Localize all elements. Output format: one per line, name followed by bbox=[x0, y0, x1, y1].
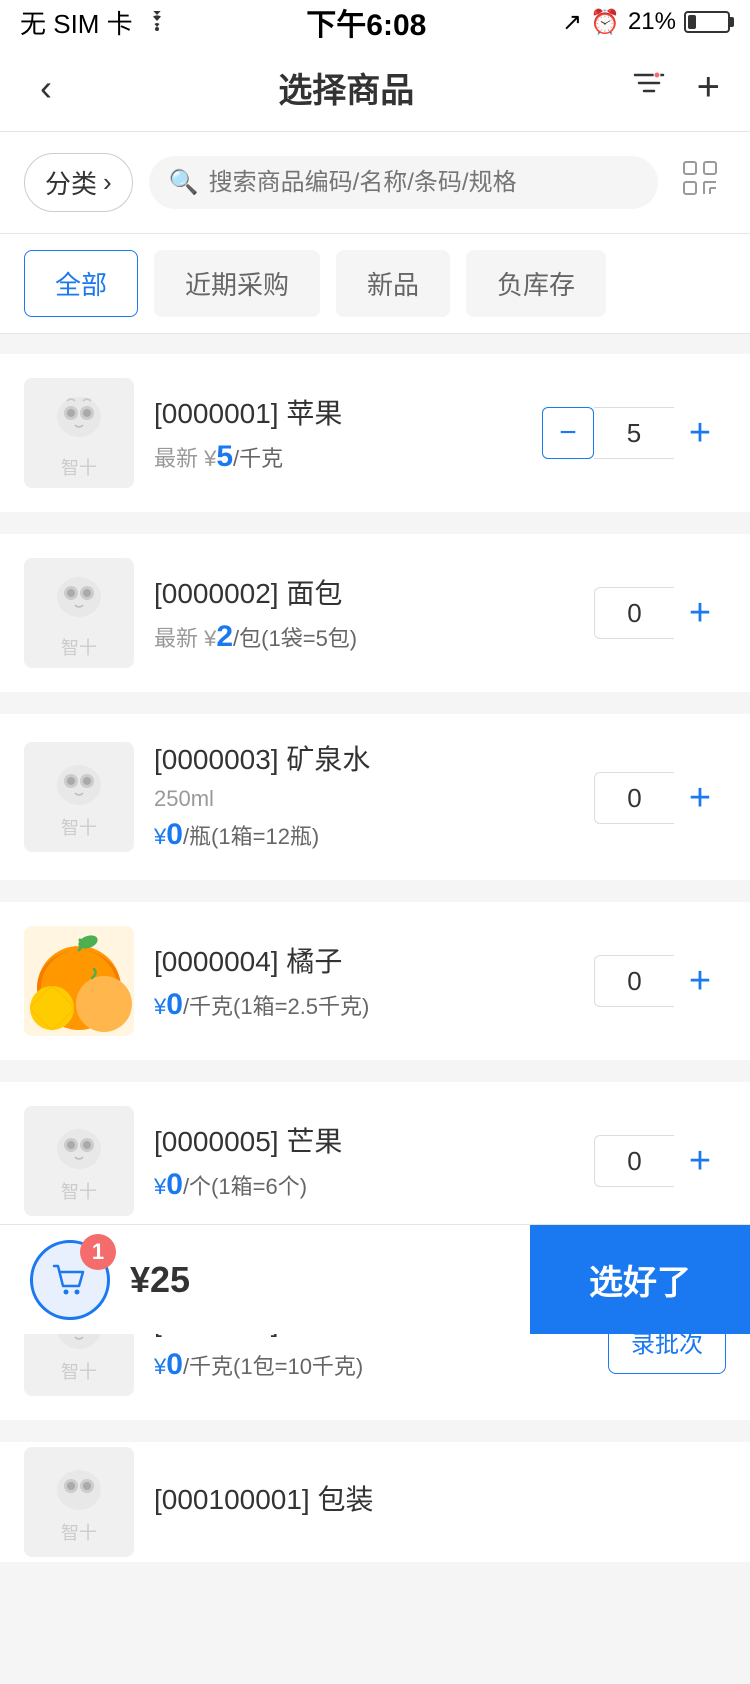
product-price-0000002: 最新 ¥2/包(1袋=5包) bbox=[154, 620, 578, 654]
product-info-0000002: [0000002] 面包 最新 ¥2/包(1袋=5包) bbox=[154, 572, 578, 654]
cart-area: 1 ¥25 bbox=[0, 1240, 220, 1320]
product-image-0000003: 智十 bbox=[24, 742, 134, 852]
confirm-button[interactable]: 选好了 bbox=[530, 1225, 750, 1334]
product-spec-0000003: 250ml bbox=[154, 786, 578, 812]
wifi-icon bbox=[143, 7, 171, 38]
product-info-0000004: [0000004] 橘子 ¥0/千克(1箱=2.5千克) bbox=[154, 940, 578, 1022]
product-item-0000005: 智十 [0000005] 芒果 ¥0/个(1箱=6个) + bbox=[0, 1082, 750, 1240]
increase-button-0000002[interactable]: + bbox=[674, 587, 726, 639]
filter-bar: 分类 › 🔍 bbox=[0, 132, 750, 234]
product-image-0000004 bbox=[24, 926, 134, 1036]
quantity-control-0000004: + bbox=[594, 955, 726, 1007]
gap4 bbox=[0, 1062, 750, 1082]
search-input[interactable] bbox=[209, 169, 638, 197]
category-chevron: › bbox=[103, 167, 112, 198]
scan-button[interactable] bbox=[674, 152, 726, 213]
product-image-0000001: 智十 bbox=[24, 378, 134, 488]
product-info-0000005: [0000005] 芒果 ¥0/个(1箱=6个) bbox=[154, 1120, 578, 1202]
search-icon: 🔍 bbox=[169, 168, 199, 197]
quantity-control-0000001: − + bbox=[542, 407, 726, 459]
product-item-000100001: 智十 [000100001] 包装 bbox=[0, 1442, 750, 1562]
bottom-bar: 1 ¥25 选好了 bbox=[0, 1224, 750, 1334]
product-image-0000002: 智十 bbox=[24, 558, 134, 668]
battery-icon bbox=[684, 11, 730, 33]
filter-icon[interactable] bbox=[631, 65, 667, 110]
bottom-spacer bbox=[0, 1564, 750, 1684]
product-item-0000003: 智十 [0000003] 矿泉水 250ml ¥0/瓶(1箱=12瓶) + bbox=[0, 714, 750, 880]
product-price-0000005: ¥0/个(1箱=6个) bbox=[154, 1168, 578, 1202]
product-list: 智十 [0000001] 苹果 最新 ¥5/千克 − + bbox=[0, 354, 750, 1562]
add-button[interactable]: + bbox=[697, 65, 720, 110]
category-label: 分类 bbox=[45, 164, 97, 201]
cart-badge: 1 bbox=[80, 1234, 116, 1270]
alarm-icon: ⏰ bbox=[590, 8, 620, 37]
product-price-0000004: ¥0/千克(1箱=2.5千克) bbox=[154, 988, 578, 1022]
quantity-control-0000003: + bbox=[594, 772, 726, 824]
section-gap bbox=[0, 334, 750, 354]
product-info-000100001: [000100001] 包装 bbox=[154, 1478, 726, 1526]
nav-bar: ‹ 选择商品 + bbox=[0, 44, 750, 132]
increase-button-0000003[interactable]: + bbox=[674, 772, 726, 824]
gap1 bbox=[0, 514, 750, 534]
gap2 bbox=[0, 694, 750, 714]
product-price-0000001: 最新 ¥5/千克 bbox=[154, 440, 526, 474]
tab-all[interactable]: 全部 bbox=[24, 250, 138, 317]
product-info-0000003: [0000003] 矿泉水 250ml ¥0/瓶(1箱=12瓶) bbox=[154, 738, 578, 852]
category-button[interactable]: 分类 › bbox=[24, 153, 133, 212]
status-left: 无 SIM 卡 bbox=[20, 4, 171, 41]
tab-new[interactable]: 新品 bbox=[336, 250, 450, 317]
quantity-control-0000005: + bbox=[594, 1135, 726, 1187]
quantity-control-0000002: + bbox=[594, 587, 726, 639]
owl-icon bbox=[49, 387, 109, 450]
tab-negative[interactable]: 负库存 bbox=[466, 250, 606, 317]
quantity-input-0000003[interactable] bbox=[594, 772, 674, 824]
product-price-0000003: ¥0/瓶(1箱=12瓶) bbox=[154, 818, 578, 852]
status-time: 下午6:08 bbox=[306, 0, 426, 44]
product-price-0000006: ¥0/千克(1包=10千克) bbox=[154, 1348, 592, 1382]
decrease-button-0000001[interactable]: − bbox=[542, 407, 594, 459]
gap3 bbox=[0, 882, 750, 902]
product-name-0000005: [0000005] 芒果 bbox=[154, 1120, 578, 1160]
page-title: 选择商品 bbox=[278, 63, 414, 112]
product-item-0000002: 智十 [0000002] 面包 最新 ¥2/包(1袋=5包) + bbox=[0, 534, 750, 692]
nav-actions: + bbox=[631, 65, 720, 110]
back-button[interactable]: ‹ bbox=[30, 57, 62, 119]
product-name-0000004: [0000004] 橘子 bbox=[154, 940, 578, 980]
increase-button-0000004[interactable]: + bbox=[674, 955, 726, 1007]
search-box: 🔍 bbox=[149, 156, 658, 209]
placeholder-text: 智十 bbox=[61, 454, 97, 480]
product-item-0000004: [0000004] 橘子 ¥0/千克(1箱=2.5千克) + bbox=[0, 902, 750, 1060]
product-info-0000001: [0000001] 苹果 最新 ¥5/千克 bbox=[154, 392, 526, 474]
product-image-000100001: 智十 bbox=[24, 1447, 134, 1557]
product-name-0000001: [0000001] 苹果 bbox=[154, 392, 526, 432]
quantity-input-0000004[interactable] bbox=[594, 955, 674, 1007]
carrier-text: 无 SIM 卡 bbox=[20, 4, 133, 41]
product-image-0000005: 智十 bbox=[24, 1106, 134, 1216]
status-bar: 无 SIM 卡 下午6:08 ↗ ⏰ 21% bbox=[0, 0, 750, 44]
gap6 bbox=[0, 1422, 750, 1442]
cart-total: ¥25 bbox=[130, 1259, 190, 1301]
product-item-0000001: 智十 [0000001] 苹果 最新 ¥5/千克 − + bbox=[0, 354, 750, 512]
status-right: ↗ ⏰ 21% bbox=[562, 8, 730, 37]
quantity-input-0000002[interactable] bbox=[594, 587, 674, 639]
quantity-input-0000005[interactable] bbox=[594, 1135, 674, 1187]
quantity-input-0000001[interactable] bbox=[594, 407, 674, 459]
location-icon: ↗ bbox=[562, 8, 582, 37]
tab-recent[interactable]: 近期采购 bbox=[154, 250, 320, 317]
battery-percent: 21% bbox=[628, 8, 676, 36]
increase-button-0000001[interactable]: + bbox=[674, 407, 726, 459]
cart-wrapper: 1 bbox=[30, 1240, 110, 1320]
increase-button-0000005[interactable]: + bbox=[674, 1135, 726, 1187]
product-name-0000003: [0000003] 矿泉水 bbox=[154, 738, 578, 778]
product-name-0000002: [0000002] 面包 bbox=[154, 572, 578, 612]
product-name-000100001: [000100001] 包装 bbox=[154, 1478, 726, 1518]
owl-icon-2 bbox=[49, 567, 109, 630]
tab-bar: 全部 近期采购 新品 负库存 bbox=[0, 234, 750, 334]
